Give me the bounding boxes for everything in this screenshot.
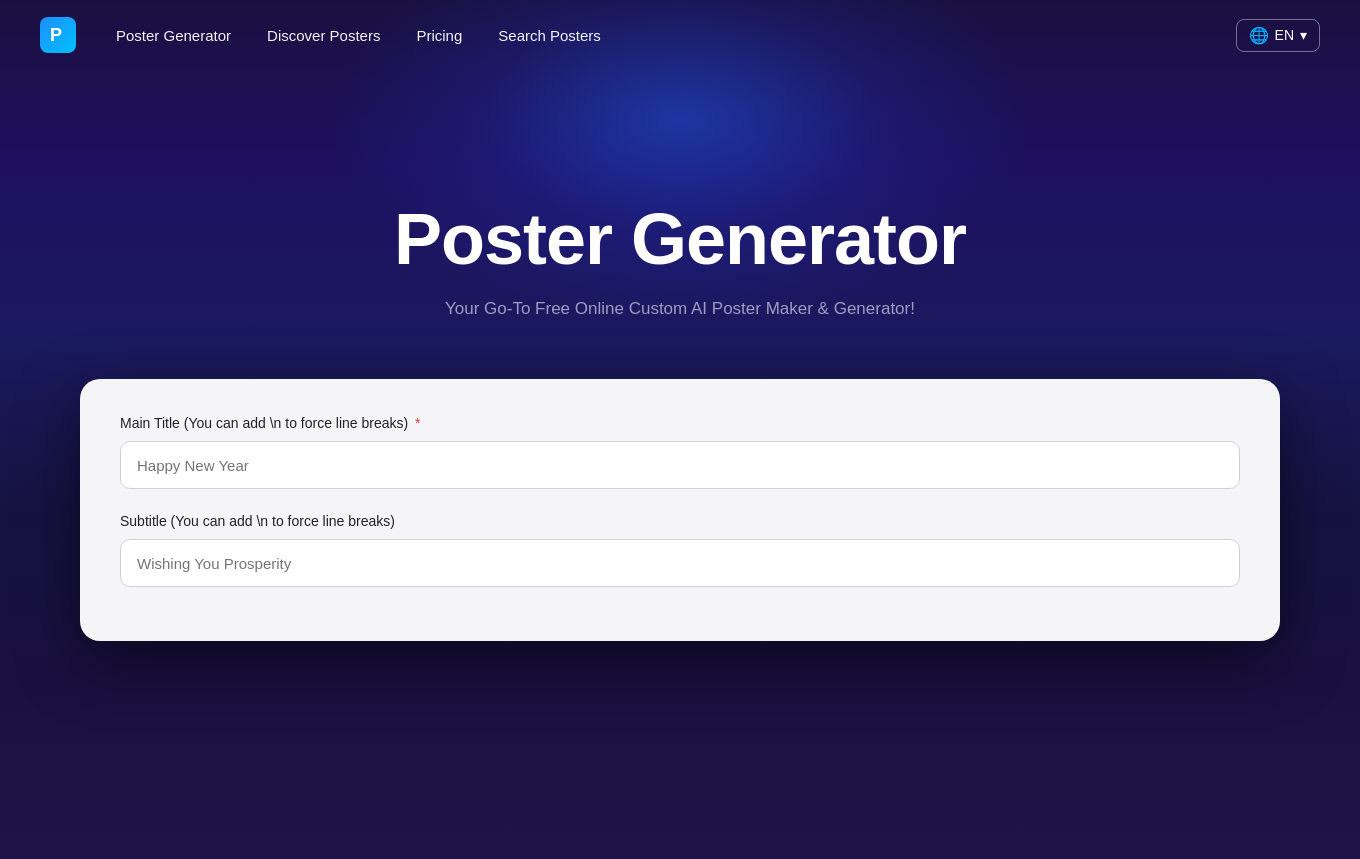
subtitle-input[interactable]	[120, 539, 1240, 587]
navbar: P Poster Generator Discover Posters Pric…	[0, 0, 1360, 70]
hero-subtitle: Your Go-To Free Online Custom AI Poster …	[445, 299, 915, 319]
logo[interactable]: P	[40, 17, 76, 53]
lang-code: EN	[1275, 27, 1294, 43]
nav-links: Poster Generator Discover Posters Pricin…	[116, 27, 601, 44]
logo-icon: P	[40, 17, 76, 53]
subtitle-label: Subtitle (You can add \n to force line b…	[120, 513, 1240, 529]
hero-section: Poster Generator Your Go-To Free Online …	[0, 70, 1360, 379]
nav-link-poster-generator[interactable]: Poster Generator	[116, 27, 231, 44]
chevron-down-icon: ▾	[1300, 27, 1307, 43]
subtitle-label-text: Subtitle (You can add \n to force line b…	[120, 513, 395, 529]
hero-title: Poster Generator	[394, 200, 966, 279]
nav-link-discover-posters[interactable]: Discover Posters	[267, 27, 380, 44]
main-title-input[interactable]	[120, 441, 1240, 489]
main-title-required-star: *	[415, 415, 420, 431]
main-title-label-text: Main Title (You can add \n to force line…	[120, 415, 408, 431]
form-card: Main Title (You can add \n to force line…	[80, 379, 1280, 641]
navbar-left: P Poster Generator Discover Posters Pric…	[40, 17, 601, 53]
language-selector[interactable]: 🌐 EN ▾	[1236, 19, 1320, 52]
main-title-label: Main Title (You can add \n to force line…	[120, 415, 1240, 431]
nav-link-pricing[interactable]: Pricing	[416, 27, 462, 44]
main-title-field: Main Title (You can add \n to force line…	[120, 415, 1240, 489]
nav-link-search-posters[interactable]: Search Posters	[498, 27, 601, 44]
globe-icon: 🌐	[1249, 26, 1269, 45]
svg-text:P: P	[50, 25, 62, 45]
subtitle-field: Subtitle (You can add \n to force line b…	[120, 513, 1240, 587]
